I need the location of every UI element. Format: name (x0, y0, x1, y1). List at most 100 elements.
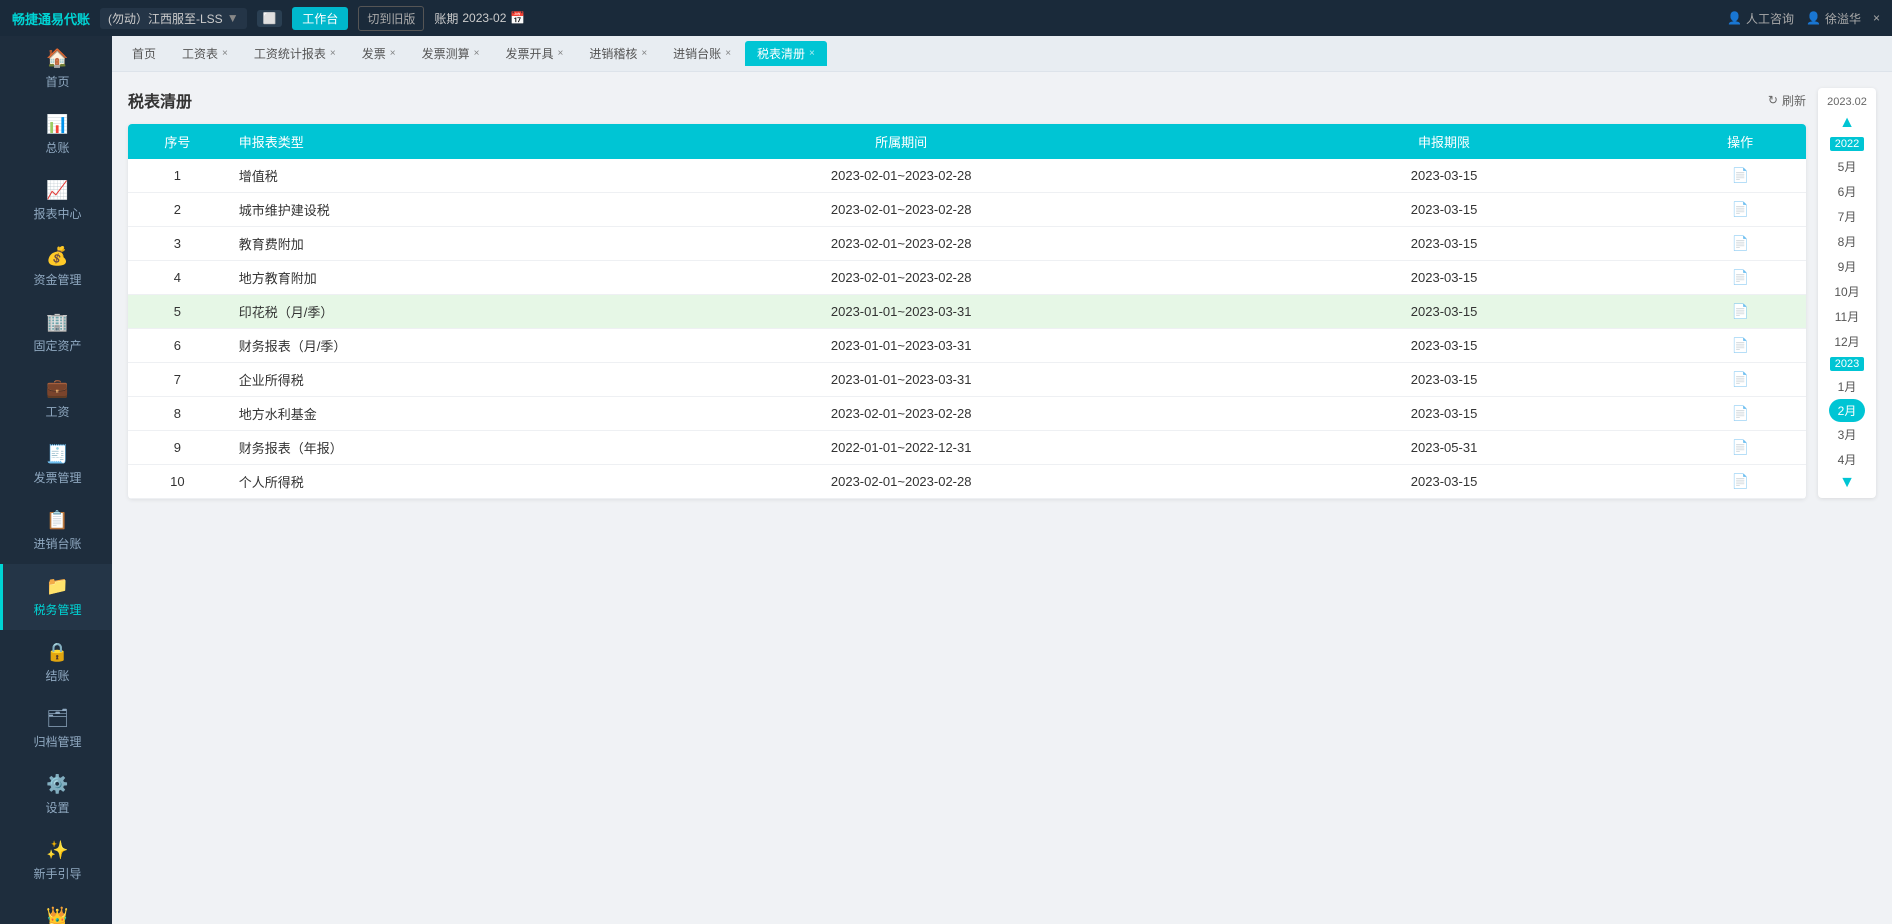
month-2022-10[interactable]: 10月 (1818, 279, 1876, 304)
col-period: 所属期间 (589, 124, 1214, 159)
cell-deadline: 2023-03-15 (1214, 465, 1675, 499)
cell-action: 📄 (1674, 329, 1806, 363)
sidebar-item-label: 设置 (45, 799, 69, 816)
action-icon[interactable]: 📄 (1731, 201, 1748, 217)
cell-action: 📄 (1674, 363, 1806, 397)
month-2023-3[interactable]: 3月 (1818, 422, 1876, 447)
sidebar-item-report[interactable]: 📈 报表中心 (0, 168, 112, 234)
cell-type: 地方水利基金 (227, 397, 589, 431)
action-icon[interactable]: 📄 (1731, 269, 1748, 285)
main-layout: 🏠 首页 📊 总账 📈 报表中心 💰 资金管理 🏢 固定资产 💼 工资 🧾 发票… (0, 36, 1892, 924)
sidebar: 🏠 首页 📊 总账 📈 报表中心 💰 资金管理 🏢 固定资产 💼 工资 🧾 发票… (0, 36, 112, 924)
table-row: 5 印花税（月/季） 2023-01-01~2023-03-31 2023-03… (128, 295, 1806, 329)
tab-payroll[interactable]: 工资表 × (170, 41, 240, 66)
sidebar-item-label: 报表中心 (33, 205, 81, 222)
refresh-icon: ↻ (1768, 93, 1778, 107)
sidebar-item-label: 结账 (45, 667, 69, 684)
month-2022-6[interactable]: 6月 (1818, 179, 1876, 204)
sidebar-item-home[interactable]: 🏠 首页 (0, 36, 112, 102)
tab-payroll-close[interactable]: × (222, 48, 228, 59)
app-logo: 畅捷通易代账 (12, 9, 90, 28)
tab-invoice-close[interactable]: × (390, 48, 396, 59)
copy-button[interactable]: ⬜ (257, 10, 283, 27)
cell-type: 印花税（月/季） (227, 295, 589, 329)
cell-period: 2022-01-01~2022-12-31 (589, 431, 1214, 465)
cell-deadline: 2023-03-15 (1214, 295, 1675, 329)
tab-home[interactable]: 首页 (120, 41, 168, 66)
cell-action: 📄 (1674, 227, 1806, 261)
tab-input-audit-close[interactable]: × (641, 48, 647, 59)
tab-input-audit[interactable]: 进销稽核 × (577, 41, 659, 66)
tab-invoice-check-close[interactable]: × (474, 48, 480, 59)
company-selector[interactable]: (勿动）江西服至-LSS ▼ (100, 8, 247, 29)
month-2022-5[interactable]: 5月 (1818, 154, 1876, 179)
sidebar-item-invoice[interactable]: 🧾 发票管理 (0, 432, 112, 498)
close-button[interactable]: × (1873, 11, 1880, 25)
action-icon[interactable]: 📄 (1731, 303, 1748, 319)
year-2023-badge[interactable]: 2023 (1830, 357, 1864, 371)
tab-invoice-open-close[interactable]: × (557, 48, 563, 59)
tab-tax-register[interactable]: 税表清册 × (745, 41, 827, 66)
tab-payroll-stats-close[interactable]: × (330, 48, 336, 59)
action-icon[interactable]: 📄 (1731, 405, 1748, 421)
cell-action: 📄 (1674, 261, 1806, 295)
month-2022-9[interactable]: 9月 (1818, 254, 1876, 279)
month-2023-2[interactable]: 2月 (1829, 399, 1865, 422)
action-icon[interactable]: 📄 (1731, 235, 1748, 251)
calendar-down-nav[interactable]: ▼ (1837, 472, 1857, 494)
input-icon: 📋 (46, 510, 68, 531)
month-2023-1[interactable]: 1月 (1818, 374, 1876, 399)
tab-tax-register-label: 税表清册 (757, 45, 805, 62)
table-row: 1 增值税 2023-02-01~2023-02-28 2023-03-15 📄 (128, 159, 1806, 193)
ai-consult[interactable]: 👤 人工咨询 (1727, 10, 1794, 27)
action-icon[interactable]: 📄 (1731, 439, 1748, 455)
tab-invoice[interactable]: 发票 × (350, 41, 408, 66)
sidebar-item-label: 工资 (45, 403, 69, 420)
payroll-icon: 💼 (46, 378, 68, 399)
sidebar-item-payroll[interactable]: 💼 工资 (0, 366, 112, 432)
sidebar-item-ledger[interactable]: 📊 总账 (0, 102, 112, 168)
action-icon[interactable]: 📄 (1731, 167, 1748, 183)
cell-deadline: 2023-03-15 (1214, 159, 1675, 193)
calendar-up-nav[interactable]: ▲ (1837, 112, 1857, 134)
sidebar-item-archive[interactable]: 🗂 归档管理 (0, 696, 112, 762)
cell-period: 2023-01-01~2023-03-31 (589, 363, 1214, 397)
tab-invoice-check[interactable]: 发票测算 × (410, 41, 492, 66)
sidebar-item-member[interactable]: 👑 畅会员 (0, 894, 112, 924)
refresh-button[interactable]: ↻ 刷新 (1768, 92, 1806, 109)
user-info[interactable]: 👤 徐溢华 (1806, 10, 1861, 27)
calendar-panel: 2023.02 ▲ 2022 5月 6月 7月 8月 9月 10月 11月 12… (1818, 88, 1876, 498)
action-icon[interactable]: 📄 (1731, 371, 1748, 387)
cell-type: 城市维护建设税 (227, 193, 589, 227)
content-area: 首页 工资表 × 工资统计报表 × 发票 × 发票测算 × 发票开具 × (112, 36, 1892, 924)
tab-invoice-open[interactable]: 发票开具 × (493, 41, 575, 66)
sidebar-item-fund[interactable]: 💰 资金管理 (0, 234, 112, 300)
col-action: 操作 (1674, 124, 1806, 159)
old-version-button[interactable]: 切到旧版 (358, 6, 424, 31)
fund-icon: 💰 (46, 246, 68, 267)
tab-home-label: 首页 (132, 45, 156, 62)
sidebar-item-settings[interactable]: ⚙️ 设置 (0, 762, 112, 828)
tab-input-ledger-close[interactable]: × (725, 48, 731, 59)
sidebar-item-guide[interactable]: ✨ 新手引导 (0, 828, 112, 894)
action-icon[interactable]: 📄 (1731, 337, 1748, 353)
month-2022-11[interactable]: 11月 (1818, 304, 1876, 329)
sidebar-item-close[interactable]: 🔒 结账 (0, 630, 112, 696)
sidebar-item-label: 发票管理 (33, 469, 81, 486)
tab-tax-register-close[interactable]: × (809, 48, 815, 59)
month-2022-7[interactable]: 7月 (1818, 204, 1876, 229)
month-2022-8[interactable]: 8月 (1818, 229, 1876, 254)
cell-deadline: 2023-03-15 (1214, 261, 1675, 295)
sidebar-item-input[interactable]: 📋 进销台账 (0, 498, 112, 564)
sidebar-item-asset[interactable]: 🏢 固定资产 (0, 300, 112, 366)
tab-input-ledger[interactable]: 进销台账 × (661, 41, 743, 66)
sidebar-item-tax[interactable]: 📁 税务管理 (0, 564, 112, 630)
month-2023-4[interactable]: 4月 (1818, 447, 1876, 472)
action-icon[interactable]: 📄 (1731, 473, 1748, 489)
workbench-button[interactable]: 工作台 (292, 7, 348, 30)
period-calendar-icon[interactable]: 📅 (510, 11, 525, 25)
col-deadline: 申报期限 (1214, 124, 1675, 159)
tab-payroll-stats[interactable]: 工资统计报表 × (242, 41, 348, 66)
year-2022-badge[interactable]: 2022 (1830, 137, 1864, 151)
month-2022-12[interactable]: 12月 (1818, 329, 1876, 354)
